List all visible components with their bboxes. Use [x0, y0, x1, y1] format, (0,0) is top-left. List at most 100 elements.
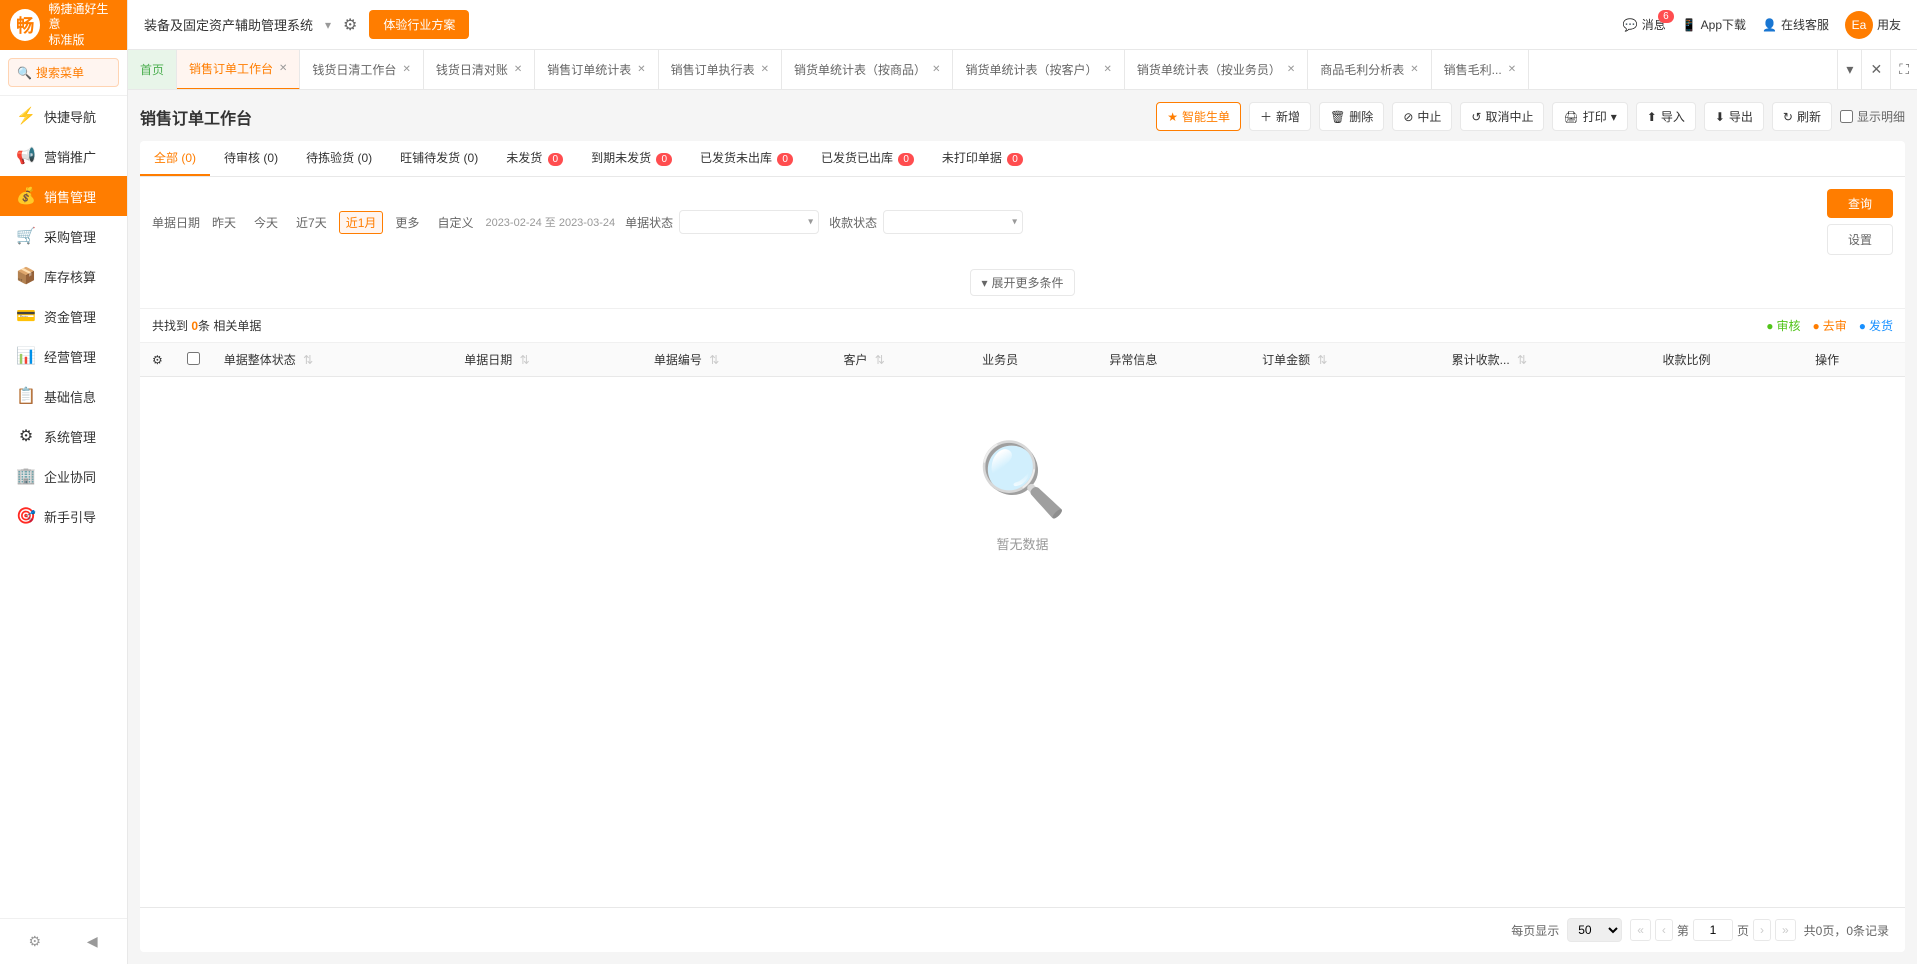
- tab-sales-exec[interactable]: 销售订单执行表 ✕: [659, 50, 782, 90]
- tab-expand-button[interactable]: ⛶: [1890, 50, 1917, 90]
- tab-home[interactable]: 首页: [128, 50, 177, 90]
- sidebar-item-marketing[interactable]: 📢 营销推广: [0, 136, 127, 176]
- number-sort-icon[interactable]: ⇅: [709, 353, 719, 367]
- footer-collapse-button[interactable]: ◀: [68, 929, 118, 954]
- tab-sales-by-staff[interactable]: 销货单统计表（按业务员） ✕: [1125, 50, 1308, 90]
- set-button[interactable]: 设置: [1827, 224, 1893, 255]
- column-settings-icon[interactable]: ⚙: [152, 353, 163, 367]
- smart-create-button[interactable]: ★ 智能生单: [1156, 102, 1241, 131]
- cancel-pause-button[interactable]: ↺ 取消中止: [1460, 102, 1544, 131]
- tab-sales-by-product[interactable]: 销货单统计表（按商品） ✕: [782, 50, 953, 90]
- tab-close-sales-stats[interactable]: ✕: [637, 64, 645, 75]
- page-number-input[interactable]: [1693, 919, 1733, 941]
- tab-sales-workbench[interactable]: 销售订单工作台 ✕: [177, 50, 300, 90]
- sub-tab-all[interactable]: 全部 (0): [140, 141, 210, 176]
- tab-close-all-button[interactable]: ✕: [1861, 50, 1890, 90]
- sub-tab-overdue[interactable]: 到期未发货 0: [577, 141, 686, 176]
- th-settings: ⚙: [140, 343, 175, 377]
- pause-button[interactable]: ⊘ 中止: [1392, 102, 1452, 131]
- shortcut-7days[interactable]: 近7天: [290, 212, 333, 233]
- query-button[interactable]: 查询: [1827, 189, 1893, 218]
- shortcut-custom[interactable]: 自定义: [431, 212, 479, 233]
- ship-action-button[interactable]: ● 发货: [1859, 317, 1893, 334]
- tab-overflow-button[interactable]: ▾: [1837, 50, 1861, 90]
- tab-sales-stats[interactable]: 销售订单统计表 ✕: [535, 50, 658, 90]
- tab-sales-more[interactable]: 销售毛利... ✕: [1432, 50, 1529, 90]
- search-menu-button[interactable]: 🔍 搜索菜单: [8, 58, 119, 87]
- tab-close-sales-by-staff[interactable]: ✕: [1287, 64, 1295, 75]
- tab-close-sales-exec[interactable]: ✕: [761, 64, 769, 75]
- sub-tab-not-shipped[interactable]: 未发货 0: [492, 141, 577, 176]
- tab-close-gross-profit[interactable]: ✕: [1410, 64, 1418, 75]
- search-icon: 🔍: [17, 66, 32, 80]
- select-all-checkbox[interactable]: [187, 352, 200, 365]
- app-download-button[interactable]: 📱 App下载: [1682, 16, 1746, 33]
- tab-cash-reconcile[interactable]: 钱货日清对账 ✕: [424, 50, 535, 90]
- last-page-button[interactable]: »: [1775, 919, 1796, 941]
- page-size-select[interactable]: 20 50 100: [1567, 918, 1622, 942]
- sub-tab-pending-inspect[interactable]: 待拣验货 (0): [292, 141, 386, 176]
- shortcut-today[interactable]: 今天: [248, 212, 284, 233]
- status-select[interactable]: [679, 210, 819, 234]
- print-button[interactable]: 🖨 打印 ▾: [1552, 102, 1627, 131]
- sidebar-item-inventory[interactable]: 📦 库存核算: [0, 256, 127, 296]
- import-button[interactable]: ⬆ 导入: [1636, 102, 1696, 131]
- customer-sort-icon[interactable]: ⇅: [875, 353, 885, 367]
- sidebar-item-guide[interactable]: 🎯 新手引导: [0, 496, 127, 536]
- first-page-button[interactable]: «: [1630, 919, 1651, 941]
- sidebar-item-enterprise[interactable]: 🏢 企业协同: [0, 456, 127, 496]
- tab-cash-daily[interactable]: 钱货日清工作台 ✕: [300, 50, 423, 90]
- sidebar-item-operations[interactable]: 📊 经营管理: [0, 336, 127, 376]
- add-button[interactable]: ＋ 新增: [1249, 102, 1311, 131]
- user-avatar: Ea: [1845, 11, 1873, 39]
- sub-tab-shipped-out[interactable]: 已发货已出库 0: [807, 141, 928, 176]
- tab-sales-by-customer[interactable]: 销货单统计表（按客户） ✕: [953, 50, 1124, 90]
- tab-close-cash-reconcile[interactable]: ✕: [514, 64, 522, 75]
- sidebar-item-sales[interactable]: 💰 销售管理: [0, 176, 127, 216]
- next-page-button[interactable]: ›: [1753, 919, 1771, 941]
- online-service-button[interactable]: 👤 在线客服: [1762, 16, 1829, 33]
- show-detail-input[interactable]: [1840, 110, 1853, 123]
- tab-close-sales-more[interactable]: ✕: [1508, 64, 1516, 75]
- sidebar-item-purchase[interactable]: 🛒 采购管理: [0, 216, 127, 256]
- tab-close-sales-by-product[interactable]: ✕: [932, 64, 940, 75]
- show-detail-checkbox[interactable]: 显示明细: [1840, 108, 1905, 125]
- amount-sort-icon[interactable]: ⇅: [1317, 353, 1327, 367]
- review-action-button[interactable]: ● 审核: [1766, 317, 1800, 334]
- collected-sort-icon[interactable]: ⇅: [1517, 353, 1527, 367]
- shortcut-more[interactable]: 更多: [389, 212, 425, 233]
- sub-tab-not-printed[interactable]: 未打印单据 0: [928, 141, 1037, 176]
- payment-select[interactable]: [883, 210, 1023, 234]
- user-menu[interactable]: Ea 用友: [1845, 11, 1901, 39]
- tab-close-sales-by-customer[interactable]: ✕: [1103, 64, 1111, 75]
- footer-settings-button[interactable]: ⚙: [10, 929, 60, 954]
- expand-filter-button[interactable]: ▾ 展开更多条件: [970, 269, 1074, 296]
- anti-review-action-button[interactable]: ● 去审: [1812, 317, 1846, 334]
- sidebar-item-basic-info[interactable]: 📋 基础信息: [0, 376, 127, 416]
- tab-close-sales-workbench[interactable]: ✕: [279, 63, 287, 74]
- status-sort-icon[interactable]: ⇅: [303, 353, 313, 367]
- export-button[interactable]: ⬇ 导出: [1704, 102, 1764, 131]
- sub-tab-shipped-not-out[interactable]: 已发货未出库 0: [686, 141, 807, 176]
- refresh-button[interactable]: ↻ 刷新: [1772, 102, 1832, 131]
- sidebar-item-system[interactable]: ⚙ 系统管理: [0, 416, 127, 456]
- tab-bar: 首页 销售订单工作台 ✕ 钱货日清工作台 ✕ 钱货日清对账 ✕ 销售订单统计表 …: [128, 50, 1917, 90]
- prev-page-button[interactable]: ‹: [1655, 919, 1673, 941]
- date-sort-icon[interactable]: ⇅: [520, 353, 530, 367]
- filter-date: 单据日期 昨天 今天 近7天 近1月 更多 自定义 2023-02-24 至 2…: [152, 211, 615, 234]
- message-button[interactable]: 💬 消息 6: [1623, 16, 1666, 33]
- tab-close-cash-daily[interactable]: ✕: [402, 64, 410, 75]
- delete-button[interactable]: 🗑 删除: [1319, 102, 1384, 131]
- sidebar-item-finance[interactable]: 💳 资金管理: [0, 296, 127, 336]
- sub-tab-wangpu[interactable]: 旺铺待发货 (0): [386, 141, 492, 176]
- shortcut-1month[interactable]: 近1月: [339, 211, 384, 234]
- tab-bar-actions: ▾ ✕ ⛶: [1837, 50, 1917, 90]
- sub-tab-pending-review[interactable]: 待审核 (0): [210, 141, 292, 176]
- sidebar-item-quick-nav[interactable]: ⚡ 快捷导航: [0, 96, 127, 136]
- shortcut-yesterday[interactable]: 昨天: [206, 212, 242, 233]
- solution-button[interactable]: 体验行业方案: [369, 10, 469, 39]
- status-filter-label: 单据状态: [625, 214, 673, 231]
- tab-gross-profit[interactable]: 商品毛利分析表 ✕: [1308, 50, 1431, 90]
- header-right: 💬 消息 6 📱 App下载 👤 在线客服 Ea 用友: [1623, 11, 1901, 39]
- settings-gear-icon[interactable]: ⚙: [343, 15, 357, 35]
